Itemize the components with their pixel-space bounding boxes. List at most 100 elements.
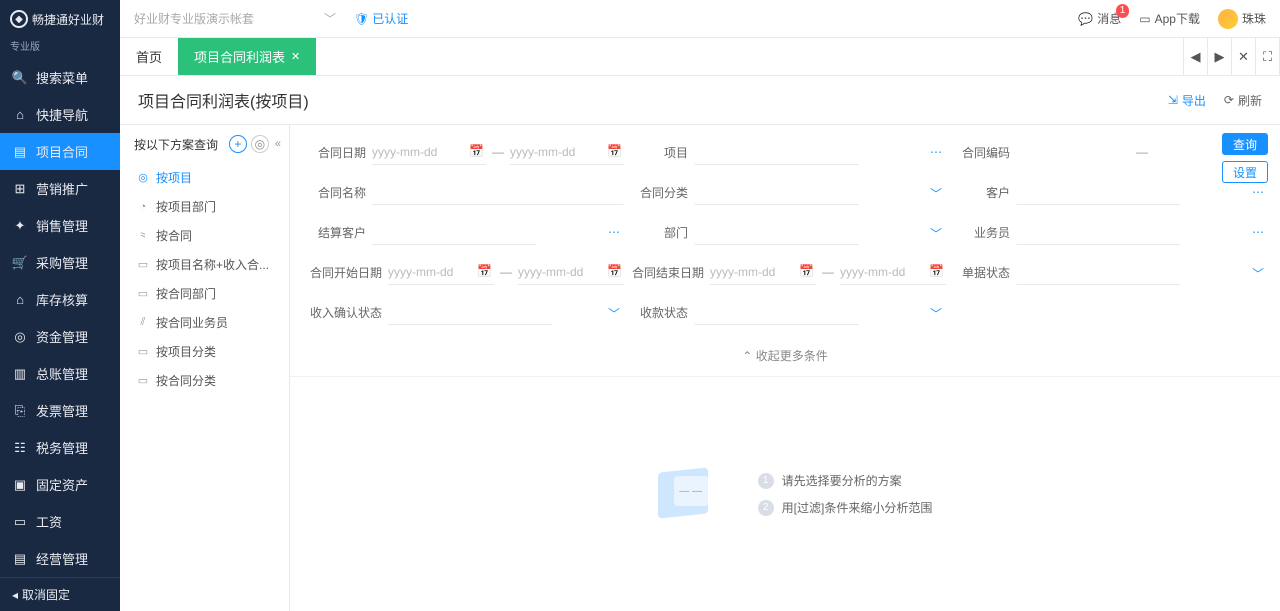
scheme-icon: ▭ [136,287,150,301]
more-icon[interactable]: ⋯ [1252,225,1264,239]
bill-status-select[interactable] [1016,259,1181,285]
more-icon[interactable]: ⋯ [930,145,942,159]
page-title: 项目合同利润表(按项目) [138,88,309,112]
fullscreen-button[interactable]: ⛶ [1256,38,1280,75]
sidebar-item-1[interactable]: ⌂快捷导航 [0,96,120,133]
sidebar-item-10[interactable]: ☷税务管理 [0,429,120,466]
chevron-down-icon[interactable]: ﹀ [930,185,942,202]
query-button[interactable]: 查询 [1222,133,1268,155]
label-contract-name: 合同名称 [302,184,366,201]
tab-home[interactable]: 首页 [120,38,178,75]
scheme-settings-button[interactable]: ◎ [251,135,269,153]
scheme-item-1[interactable]: ◔按项目部门 [128,192,281,221]
add-scheme-button[interactable]: + [229,135,247,153]
refresh-button[interactable]: ⟳ 刷新 [1224,92,1262,109]
sales-rep-picker[interactable] [1016,219,1181,245]
scheme-item-6[interactable]: ▭按项目分类 [128,337,281,366]
scheme-item-0[interactable]: ◎按项目 [128,163,281,192]
refresh-label: 刷新 [1238,92,1262,109]
label-settle-customer: 结算客户 [302,224,366,241]
scheme-icon: ⺀ [136,229,150,243]
hint-list: 1请先选择要分析的方案 2用[过滤]条件来缩小分析范围 [758,472,933,516]
chevron-down-icon[interactable]: ﹀ [930,225,942,242]
sidebar-item-12[interactable]: ▭工资 [0,503,120,540]
export-label: 导出 [1182,92,1206,109]
sidebar-item-7[interactable]: ◎资金管理 [0,318,120,355]
hint-text: 请先选择要分析的方案 [782,472,902,489]
sidebar-item-5[interactable]: 🛒采购管理 [0,244,120,281]
settings-label: 设置 [1233,164,1257,181]
scheme-label: 按项目分类 [156,343,216,360]
tab-profit-report[interactable]: 项目合同利润表 ✕ [178,38,316,75]
more-icon[interactable]: ⋯ [1252,185,1264,199]
scheme-item-3[interactable]: ▭按项目名称+收入合... [128,250,281,279]
main-area: 好业财专业版演示帐套 ﹀ 🛡 已认证 💬 消息 1 ▭ App下载 珠珠 [120,0,1280,611]
scheme-item-2[interactable]: ⺀按合同 [128,221,281,250]
sidebar-item-3[interactable]: ⊞ 营销推广 [0,170,120,207]
project-picker[interactable] [694,139,859,165]
income-status-select[interactable] [388,299,553,325]
menu-label: 采购管理 [36,253,88,272]
sidebar-item-6[interactable]: ⌂库存核算 [0,281,120,318]
label-department: 部门 [624,224,688,241]
scheme-item-7[interactable]: ▭按合同分类 [128,366,281,395]
org-selector[interactable]: 好业财专业版演示帐套 ﹀ [134,10,336,27]
chevron-down-icon[interactable]: ﹀ [930,305,942,322]
sidebar-item-9[interactable]: ⎘发票管理 [0,392,120,429]
label-contract-date: 合同日期 [302,144,366,161]
label-contract-start: 合同开始日期 [302,264,382,281]
menu-icon: ⊞ [12,181,28,197]
sidebar-item-0[interactable]: 🔍搜索菜单 [0,59,120,96]
contract-name-input[interactable] [372,179,624,205]
shield-icon: 🛡 [354,12,369,26]
scheme-icon: ▭ [136,258,150,272]
export-button[interactable]: ⇲ 导出 [1168,92,1206,109]
department-picker[interactable] [694,219,859,245]
collapse-label: 收起更多条件 [756,349,828,363]
customer-picker[interactable] [1016,179,1181,205]
download-button[interactable]: ▭ App下载 [1139,10,1200,27]
calendar-icon[interactable]: 📅 [799,264,814,278]
chevron-down-icon[interactable]: ﹀ [1252,265,1264,282]
unpin-button[interactable]: ◂ 取消固定 [0,577,120,611]
calendar-icon[interactable]: 📅 [607,144,622,158]
action-buttons: 查询 设置 [1222,133,1268,183]
user-menu[interactable]: 珠珠 [1218,9,1266,29]
tab-next-button[interactable]: ▶ [1208,38,1232,75]
sidebar-item-11[interactable]: ▣固定资产 [0,466,120,503]
calendar-icon[interactable]: 📅 [477,264,492,278]
scheme-item-4[interactable]: ▭ 按合同部门 [128,279,281,308]
contract-cat-picker[interactable] [694,179,859,205]
tab-prev-button[interactable]: ◀ [1184,38,1208,75]
label-bill-status: 单据状态 [946,264,1010,281]
menu-label: 营销推广 [36,179,88,198]
scheme-label: 按合同 [156,227,192,244]
scheme-label: 按合同部门 [156,285,216,302]
label-contract-cat: 合同分类 [624,184,688,201]
receipt-status-select[interactable] [694,299,859,325]
close-icon[interactable]: ✕ [291,50,300,63]
user-name: 珠珠 [1242,10,1266,27]
tabbar: 首页 项目合同利润表 ✕ ◀ ▶ ✕ ⛶ [120,38,1280,76]
messages-button[interactable]: 💬 消息 1 [1078,10,1121,27]
sidebar-item-13[interactable]: ▤经营管理 [0,540,120,577]
calendar-icon[interactable]: 📅 [929,264,944,278]
scheme-panel: 按以下方案查询 + ◎ « ◎按项目◔按项目部门⺀按合同▭按项目名称+收入合..… [120,125,290,611]
scheme-label: 按项目部门 [156,198,216,215]
sidebar-item-2[interactable]: ▤项目合同 [0,133,120,170]
unpin-label: 取消固定 [22,586,70,603]
phone-icon: ▭ [1139,12,1150,26]
calendar-icon[interactable]: 📅 [607,264,622,278]
collapse-filters-button[interactable]: ⌃ 收起更多条件 [290,339,1280,372]
menu-icon: ▤ [12,551,28,567]
sidebar-item-8[interactable]: ▥总账管理 [0,355,120,392]
sidebar-item-4[interactable]: ✦销售管理 [0,207,120,244]
more-icon[interactable]: ⋯ [608,225,620,239]
chevron-down-icon[interactable]: ﹀ [608,305,620,322]
label-contract-end: 合同结束日期 [624,264,704,281]
tab-close-all-button[interactable]: ✕ [1232,38,1256,75]
scheme-item-5[interactable]: ⫽按合同业务员 [128,308,281,337]
collapse-panel-button[interactable]: « [275,138,281,150]
settle-customer-picker[interactable] [372,219,537,245]
calendar-icon[interactable]: 📅 [469,144,484,158]
